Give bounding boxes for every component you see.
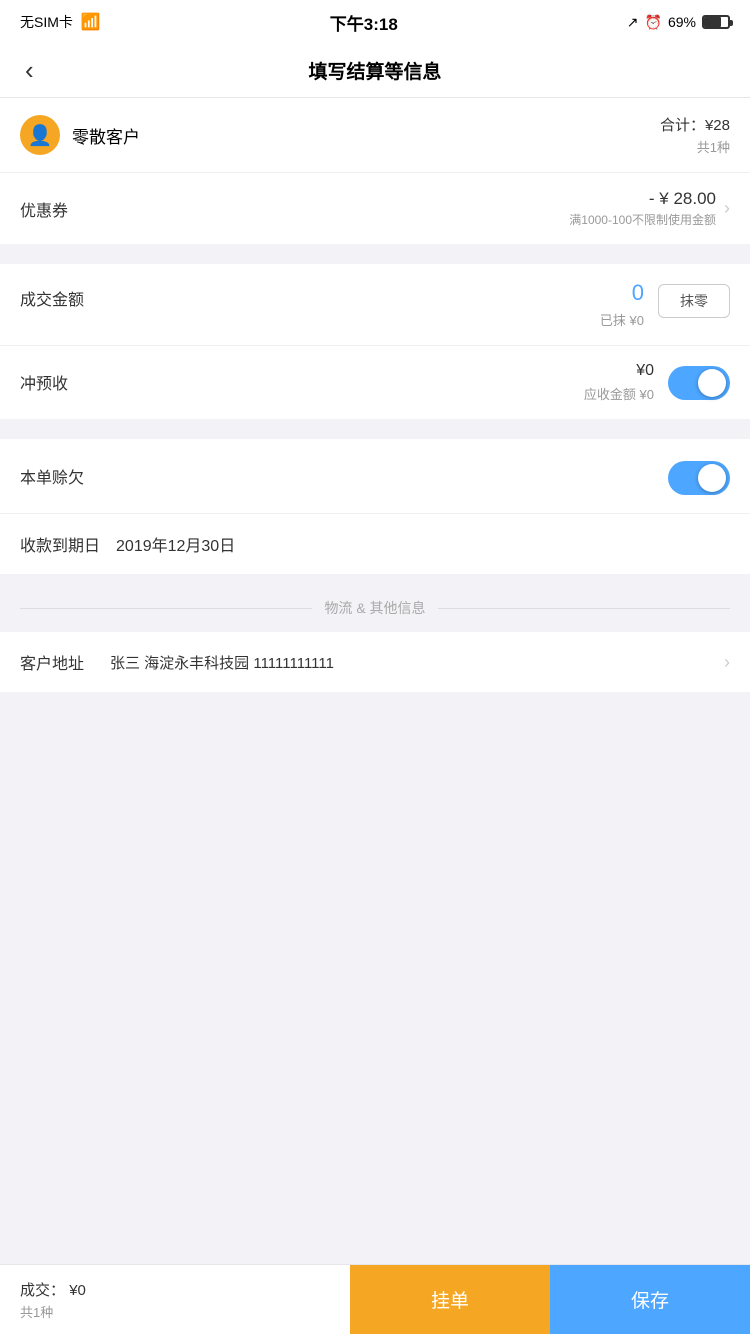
precollect-right: ¥0 应收金额 ¥0 xyxy=(584,362,730,403)
address-section: 客户地址 张三 海淀永丰科技园 11111111111 › xyxy=(0,632,750,692)
battery-text: 69% xyxy=(668,14,696,30)
deal-amount: 0 xyxy=(600,280,644,306)
precollect-receivable: 应收金额 ¥0 xyxy=(584,384,654,403)
total-count: 共1种 xyxy=(660,137,730,156)
customer-row: 👤 零散客户 合计：¥28 共1种 xyxy=(0,98,750,172)
address-value: 张三 海淀永丰科技园 11111111111 xyxy=(110,652,724,673)
deal-right: 0 已抹 ¥0 抹零 xyxy=(600,280,730,329)
debt-toggle[interactable] xyxy=(668,461,730,495)
bottom-deal-label: 成交： xyxy=(20,1282,65,1299)
precollect-amount: ¥0 xyxy=(584,362,654,380)
bottom-deal-row: 成交： ¥0 xyxy=(20,1279,330,1300)
debt-row: 本单赊欠 xyxy=(0,439,750,513)
debt-section: 本单赊欠 收款到期日 2019年12月30日 xyxy=(0,439,750,574)
status-right: ↗ ⏰ 69% xyxy=(627,14,730,31)
location-icon: ↗ xyxy=(627,14,639,31)
round-button[interactable]: 抹零 xyxy=(658,284,730,318)
customer-name: 零散客户 xyxy=(72,123,140,148)
customer-left: 👤 零散客户 xyxy=(20,115,140,155)
back-button[interactable]: ‹ xyxy=(20,50,39,91)
debt-toggle-knob xyxy=(698,464,726,492)
divider-2 xyxy=(0,429,750,439)
coupon-value-col: - ¥ 28.00 满1000-100不限制使用金额 xyxy=(569,189,716,228)
deal-section: 成交金额 0 已抹 ¥0 抹零 冲预收 ¥0 应收金额 ¥0 xyxy=(0,264,750,419)
deal-label: 成交金额 xyxy=(20,280,84,310)
precollect-toggle[interactable] xyxy=(668,366,730,400)
deal-deducted: 已抹 ¥0 xyxy=(600,310,644,329)
bottom-bar: 成交： ¥0 共1种 挂单 保存 xyxy=(0,1264,750,1334)
customer-right: 合计：¥28 共1种 xyxy=(660,114,730,156)
content: 👤 零散客户 合计：¥28 共1种 优惠券 - ¥ 28.00 满1000-10… xyxy=(0,98,750,802)
bottom-spacer xyxy=(0,702,750,802)
status-bar: 无SIM卡 📶 下午3:18 ↗ ⏰ 69% xyxy=(0,0,750,44)
coupon-amount: - ¥ 28.00 xyxy=(569,189,716,209)
chevron-right-icon: › xyxy=(724,198,730,219)
customer-section: 👤 零散客户 合计：¥28 共1种 优惠券 - ¥ 28.00 满1000-10… xyxy=(0,98,750,244)
debt-label: 本单赊欠 xyxy=(20,464,84,488)
precollect-label: 冲预收 xyxy=(20,362,68,394)
hold-button[interactable]: 挂单 xyxy=(350,1265,550,1334)
divider-1 xyxy=(0,254,750,264)
logistics-line-left xyxy=(20,608,312,609)
signal-text: 无SIM卡 xyxy=(20,12,73,32)
coupon-desc: 满1000-100不限制使用金额 xyxy=(569,211,716,228)
alarm-icon: ⏰ xyxy=(645,14,662,31)
date-label: 收款到期日 xyxy=(20,532,100,556)
address-label: 客户地址 xyxy=(20,650,100,674)
wifi-icon: 📶 xyxy=(81,12,101,32)
logistics-title: 物流 & 其他信息 xyxy=(324,598,425,618)
precollect-amount-col: ¥0 应收金额 ¥0 xyxy=(584,362,654,403)
nav-bar: ‹ 填写结算等信息 xyxy=(0,44,750,98)
date-value: 2019年12月30日 xyxy=(116,532,235,556)
date-row: 收款到期日 2019年12月30日 xyxy=(0,513,750,574)
total-label: 合计：¥28 xyxy=(660,114,730,135)
deal-amount-col: 0 已抹 ¥0 xyxy=(600,280,644,329)
status-left: 无SIM卡 📶 xyxy=(20,12,101,32)
logistics-line-right xyxy=(438,608,730,609)
toggle-knob xyxy=(698,369,726,397)
bottom-deal-amount: ¥0 xyxy=(69,1282,86,1299)
page-title: 填写结算等信息 xyxy=(308,57,441,84)
coupon-right: - ¥ 28.00 满1000-100不限制使用金额 › xyxy=(569,189,730,228)
save-button[interactable]: 保存 xyxy=(550,1265,750,1334)
coupon-label: 优惠券 xyxy=(20,197,68,221)
bottom-deal-count: 共1种 xyxy=(20,1302,330,1321)
logistics-header: 物流 & 其他信息 xyxy=(0,584,750,632)
battery-icon xyxy=(702,15,730,29)
address-chevron-icon: › xyxy=(724,652,730,673)
coupon-row[interactable]: 优惠券 - ¥ 28.00 满1000-100不限制使用金额 › xyxy=(0,172,750,244)
status-time: 下午3:18 xyxy=(330,10,398,35)
bottom-info: 成交： ¥0 共1种 xyxy=(0,1279,350,1321)
precollect-row: 冲预收 ¥0 应收金额 ¥0 xyxy=(0,346,750,419)
avatar: 👤 xyxy=(20,115,60,155)
deal-row: 成交金额 0 已抹 ¥0 抹零 xyxy=(0,264,750,346)
address-row[interactable]: 客户地址 张三 海淀永丰科技园 11111111111 › xyxy=(0,632,750,692)
